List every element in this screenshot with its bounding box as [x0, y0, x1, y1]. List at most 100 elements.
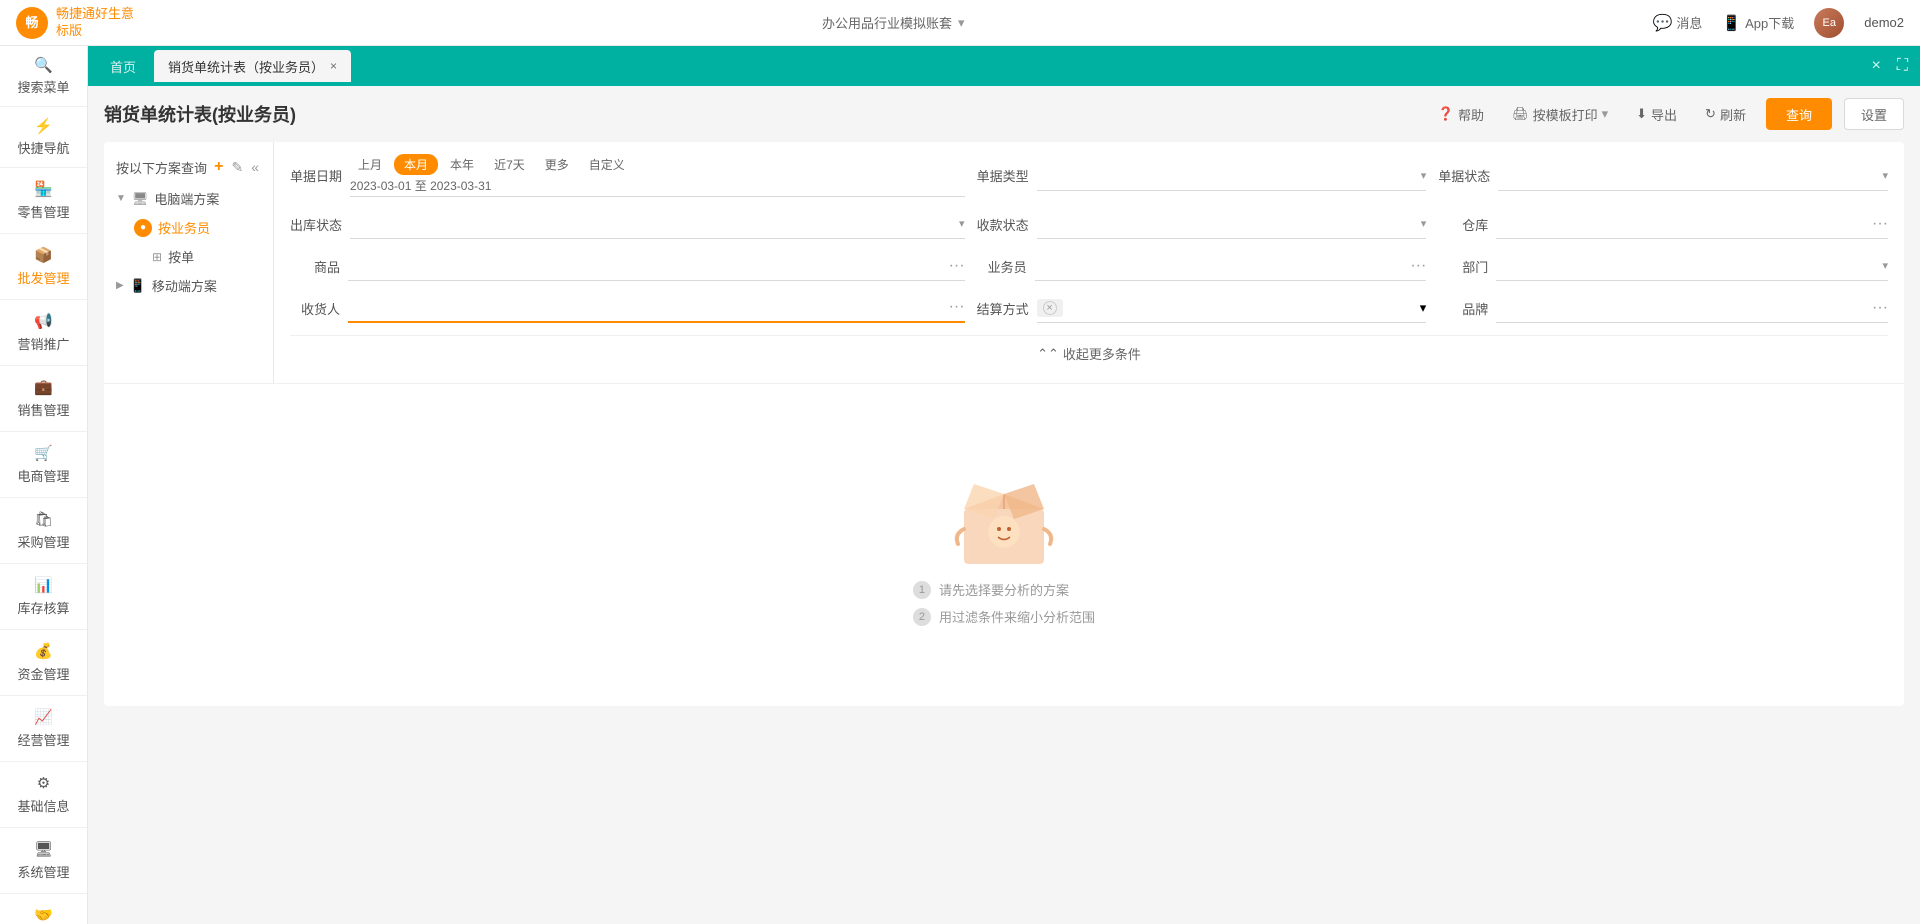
sub-scheme-by-doc[interactable]: ⊞ 按单: [104, 242, 273, 271]
page-title: 销货单统计表(按业务员): [104, 101, 296, 127]
sidebar-item-finance[interactable]: 💰 资金管理: [0, 630, 87, 696]
salesman-input[interactable]: ···: [1035, 251, 1427, 281]
sidebar-item-enterprise[interactable]: 🤝 企业协同: [0, 894, 87, 924]
query-btn[interactable]: 查询: [1766, 98, 1832, 130]
tab-active[interactable]: 销货单统计表（按业务员） ×: [154, 50, 351, 82]
app-download-btn[interactable]: 📱 App下载: [1722, 13, 1794, 32]
tab-home[interactable]: 首页: [96, 50, 150, 82]
center-text: 办公用品行业模拟账套: [822, 13, 952, 32]
sidebar-search[interactable]: 🔍 搜索菜单: [0, 46, 87, 107]
main-layout: 🔍 搜索菜单 ⚡ 快捷导航 🏪 零售管理 📦 批发管理 📢 营销推广 💼 销售管…: [0, 46, 1920, 924]
scheme-group1-header[interactable]: ▼ 🖥 电脑端方案: [104, 184, 273, 213]
print-btn[interactable]: 🖨 按模板打印 ▾: [1504, 101, 1616, 128]
doc-type-arrow-icon: ▾: [1421, 169, 1427, 182]
filter-consignee: 收货人 ···: [290, 293, 965, 323]
sidebar-item-basic[interactable]: ⚙ 基础信息: [0, 762, 87, 828]
date-range: 2023-03-01 至 2023-03-31: [350, 177, 965, 197]
tip2-number: 2: [913, 608, 931, 626]
scheme-group2-header[interactable]: ▶ 📱 移动端方案: [104, 271, 273, 300]
user-avatar[interactable]: Ea: [1814, 8, 1844, 38]
consignee-dots[interactable]: ···: [949, 298, 965, 316]
header-center: 办公用品行业模拟账套 ▾: [822, 13, 965, 32]
scheme-item-by-salesman[interactable]: ● 按业务员: [104, 213, 273, 242]
filter-settle-method: 结算方式 × ▾: [977, 293, 1427, 323]
add-scheme-btn[interactable]: +: [212, 156, 225, 178]
out-status-label: 出库状态: [290, 215, 342, 234]
sidebar-item-inventory[interactable]: 📊 库存核算: [0, 564, 87, 630]
goods-input[interactable]: ···: [348, 251, 965, 281]
refresh-btn[interactable]: ↻ 刷新: [1697, 101, 1754, 128]
goods-dots[interactable]: ···: [949, 257, 965, 275]
edit-scheme-btn[interactable]: ✎: [229, 157, 245, 178]
brand-field[interactable]: [1496, 300, 1868, 315]
settle-method-input[interactable]: × ▾: [1037, 293, 1427, 323]
consignee-label: 收货人: [290, 299, 340, 318]
logo-icon: 畅: [16, 7, 48, 39]
settle-method-tag: ×: [1037, 299, 1063, 317]
filter-collect-status: 收款状态 ▾: [977, 209, 1427, 239]
sidebar-item-sales[interactable]: 💼 销售管理: [0, 366, 87, 432]
brand-input[interactable]: ···: [1496, 293, 1888, 323]
last7-btn[interactable]: 近7天: [486, 154, 533, 175]
collect-status-label: 收款状态: [977, 215, 1029, 234]
dropdown-arrow-icon[interactable]: ▾: [958, 15, 965, 31]
this-month-btn[interactable]: 本月: [394, 154, 438, 175]
brand-dots[interactable]: ···: [1872, 299, 1888, 317]
ecommerce-icon: 🛒: [34, 444, 53, 462]
consignee-input[interactable]: ···: [348, 293, 965, 323]
help-btn[interactable]: ❓ 帮助: [1430, 101, 1492, 128]
sub-doc-icon: ⊞: [152, 250, 162, 264]
window-close-btn[interactable]: ×: [1867, 53, 1884, 79]
warehouse-input[interactable]: ···: [1496, 209, 1888, 239]
brand-label: 品牌: [1438, 299, 1488, 318]
filter-salesman: 业务员 ···: [977, 251, 1427, 281]
filter-row-2: 出库状态 ▾ 收款状态 ▾: [290, 209, 1888, 239]
dept-dropdown[interactable]: ▾: [1496, 251, 1888, 281]
window-maximize-btn[interactable]: ⛶: [1893, 53, 1912, 79]
salesman-field[interactable]: [1035, 258, 1407, 273]
basic-icon: ⚙: [37, 774, 50, 792]
warehouse-field[interactable]: [1496, 216, 1868, 231]
main-panel: 按以下方案查询 + ✎ « ▼ 🖥 电脑端方案: [104, 142, 1904, 706]
tab-close-btn[interactable]: ×: [330, 59, 337, 73]
filter-out-status: 出库状态 ▾: [290, 209, 965, 239]
sidebar-item-purchase[interactable]: 🛍 采购管理: [0, 498, 87, 564]
salesman-dots[interactable]: ···: [1410, 257, 1426, 275]
more-btn[interactable]: 更多: [537, 154, 577, 175]
logo-text: 畅捷通好生意 标版: [56, 6, 134, 40]
collapse-conditions-btn[interactable]: ⌃⌃ 收起更多条件: [290, 335, 1888, 371]
sidebar-item-operation[interactable]: 📈 经营管理: [0, 696, 87, 762]
last-month-btn[interactable]: 上月: [350, 154, 390, 175]
out-status-dropdown[interactable]: ▾: [350, 209, 965, 239]
settle-method-arrow-icon[interactable]: ▾: [1420, 300, 1427, 316]
custom-btn[interactable]: 自定义: [581, 154, 633, 175]
export-btn[interactable]: ⬇ 导出: [1628, 101, 1685, 128]
panel-layout: 按以下方案查询 + ✎ « ▼ 🖥 电脑端方案: [104, 142, 1904, 383]
empty-state: 1 请先选择要分析的方案 2 用过滤条件来缩小分析范围: [104, 384, 1904, 706]
settle-tag-close-btn[interactable]: ×: [1043, 301, 1057, 315]
message-btn[interactable]: 💬 消息: [1652, 13, 1702, 33]
doc-status-dropdown[interactable]: ▾: [1498, 161, 1888, 191]
goods-field[interactable]: [348, 258, 945, 273]
sidebar-item-wholesale[interactable]: 📦 批发管理: [0, 234, 87, 300]
retail-icon: 🏪: [34, 180, 53, 198]
sidebar-item-system[interactable]: 🖥 系统管理: [0, 828, 87, 894]
sidebar-item-marketing[interactable]: 📢 营销推广: [0, 300, 87, 366]
phone-icon: 📱: [1722, 14, 1741, 32]
doc-type-dropdown[interactable]: ▾: [1037, 161, 1427, 191]
collapse-schemes-btn[interactable]: «: [249, 157, 261, 177]
setting-btn[interactable]: 设置: [1844, 98, 1904, 130]
system-icon: 🖥: [34, 840, 53, 858]
print-dropdown-icon[interactable]: ▾: [1602, 106, 1609, 122]
sub-scheme1-label: 按单: [168, 247, 194, 266]
collapse-icon: ⌃⌃: [1037, 346, 1059, 362]
refresh-icon: ↻: [1705, 106, 1716, 122]
user-name[interactable]: demo2: [1864, 15, 1904, 30]
this-year-btn[interactable]: 本年: [442, 154, 482, 175]
sidebar-quicknav[interactable]: ⚡ 快捷导航: [0, 107, 87, 168]
collect-status-dropdown[interactable]: ▾: [1037, 209, 1427, 239]
sidebar-item-ecommerce[interactable]: 🛒 电商管理: [0, 432, 87, 498]
consignee-field[interactable]: [348, 300, 945, 315]
warehouse-dots[interactable]: ···: [1872, 215, 1888, 233]
sidebar-item-retail[interactable]: 🏪 零售管理: [0, 168, 87, 234]
